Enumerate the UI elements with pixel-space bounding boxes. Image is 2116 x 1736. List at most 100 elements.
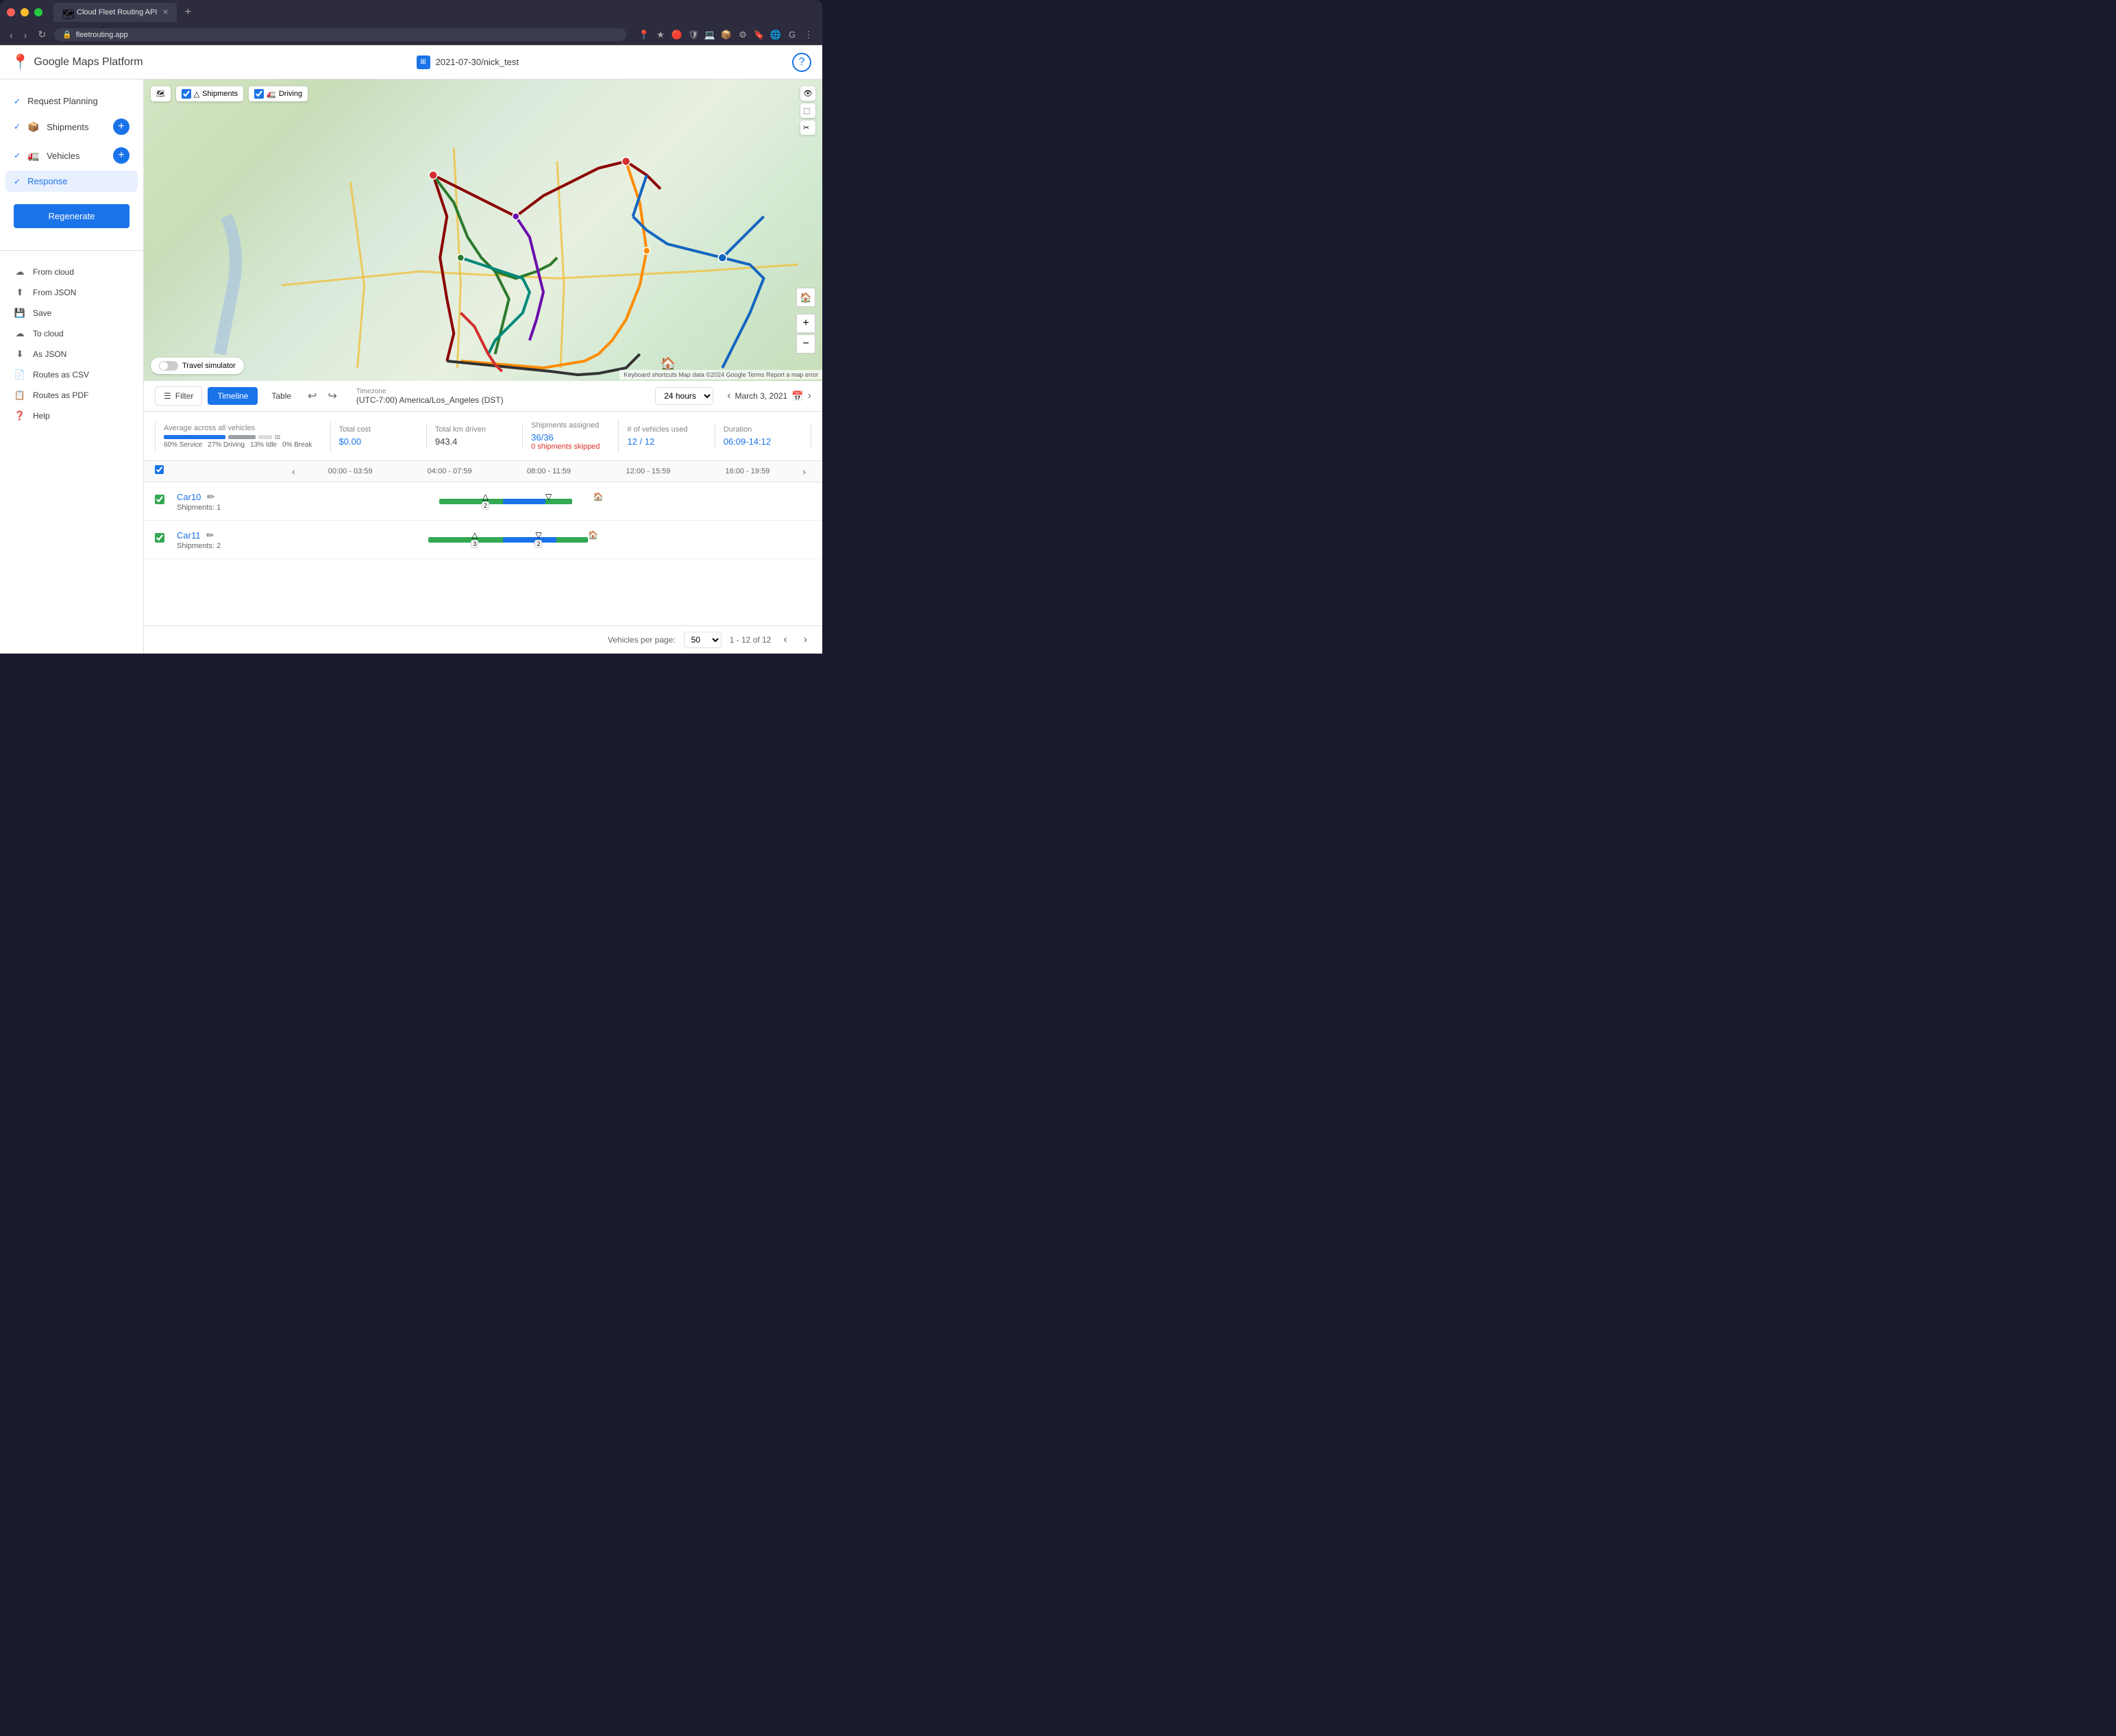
shipments-label: Shipments — [202, 90, 238, 98]
add-shipments-button[interactable]: + — [113, 119, 130, 135]
car11-name[interactable]: Car11 — [177, 530, 200, 541]
tab-favicon: 🗺 — [62, 8, 71, 17]
selection-tool-button[interactable]: ⬚ — [800, 103, 815, 118]
time-slot-1: 04:00 - 07:59 — [400, 467, 500, 475]
traffic-light-yellow[interactable] — [21, 8, 29, 16]
traffic-light-red[interactable] — [7, 8, 15, 16]
car10-home-marker[interactable]: 🏠 — [593, 492, 604, 501]
tab-close-button[interactable]: ✕ — [162, 9, 168, 16]
travel-sim-label: Travel simulator — [182, 362, 236, 370]
new-tab-button[interactable]: + — [185, 6, 191, 18]
shipments-assigned-value: 36/36 — [531, 432, 610, 443]
car10-checkbox[interactable] — [155, 495, 164, 504]
car10-name[interactable]: Car10 — [177, 492, 201, 502]
menu-icon[interactable]: ⋮ — [802, 29, 815, 40]
driving-filter-button[interactable]: 🚛 Driving — [249, 86, 308, 101]
help-button[interactable]: ? — [792, 53, 811, 72]
help-label: Help — [33, 411, 50, 421]
routes-pdf-action[interactable]: 📋 Routes as PDF — [5, 385, 138, 406]
app-title: Google Maps Platform — [34, 56, 143, 69]
date-next-button[interactable]: › — [808, 390, 811, 402]
tab-title: Cloud Fleet Routing API — [77, 8, 157, 16]
car11-delivery-marker[interactable]: ▽ 2 — [534, 530, 542, 548]
calendar-icon[interactable]: 📅 — [791, 390, 803, 402]
sidebar-item-vehicles[interactable]: ✓ 🚛 Vehicles + — [5, 142, 138, 169]
to-cloud-action[interactable]: ☁ To cloud — [5, 323, 138, 344]
browser-tab[interactable]: 🗺 Cloud Fleet Routing API ✕ — [53, 3, 177, 22]
filter-button[interactable]: ☰ Filter — [155, 386, 202, 406]
shipments-filter-label: △ — [194, 90, 199, 99]
select-all-checkbox[interactable] — [155, 465, 164, 474]
timeline-prev-button[interactable]: ‹ — [286, 466, 301, 477]
routes-pdf-label: Routes as PDF — [33, 390, 88, 400]
sidebar-item-request-planning[interactable]: ✓ Request Planning — [5, 90, 138, 112]
travel-sim-toggle[interactable]: Travel simulator — [151, 358, 244, 374]
routes-csv-label: Routes as CSV — [33, 370, 89, 380]
vehicle-row-car11: Car11 ✏ Shipments: 2 △ 3 — [144, 521, 822, 559]
travel-sim-switch[interactable] — [159, 361, 178, 371]
zoom-out-button[interactable]: − — [796, 334, 815, 354]
from-json-action[interactable]: ⬆ From JSON — [5, 282, 138, 303]
routes-pdf-icon: 📋 — [14, 390, 26, 401]
vehicles-used-label: # of vehicles used — [627, 425, 706, 434]
add-vehicles-button[interactable]: + — [113, 147, 130, 164]
google-account-icon[interactable]: G — [785, 29, 799, 40]
url-box[interactable]: 🔒 fleetrouting.app — [54, 28, 626, 41]
as-json-action[interactable]: ⬇ As JSON — [5, 344, 138, 364]
save-action[interactable]: 💾 Save — [5, 303, 138, 323]
routes-csv-icon: 📄 — [14, 369, 26, 380]
bookmark-icon[interactable]: ★ — [654, 29, 667, 40]
help-action[interactable]: ❓ Help — [5, 406, 138, 426]
table-button[interactable]: Table — [263, 387, 299, 405]
regenerate-button[interactable]: Regenerate — [14, 204, 130, 228]
date-prev-button[interactable]: ‹ — [727, 390, 730, 402]
car11-edit-button[interactable]: ✏ — [206, 530, 214, 541]
timeline-button[interactable]: Timeline — [208, 387, 258, 405]
timeline-next-button[interactable]: › — [797, 466, 811, 477]
sidebar-nav: ✓ Request Planning ✓ 📦 Shipments + ✓ 🚛 V… — [0, 90, 143, 193]
check-icon-shipments: ✓ — [14, 122, 21, 132]
duration-stat: Duration 06:09-14:12 — [715, 423, 811, 449]
project-name: 2021-07-30/nick_test — [436, 57, 519, 67]
url-text: fleetrouting.app — [76, 31, 128, 39]
car10-info: Car10 ✏ Shipments: 1 — [177, 491, 280, 512]
car11-pickup-icon: △ — [471, 530, 478, 540]
forward-button[interactable]: › — [21, 28, 30, 42]
car11-home-marker[interactable]: 🏠 — [588, 530, 598, 540]
car10-edit-button[interactable]: ✏ — [207, 491, 215, 502]
car10-pickup-marker[interactable]: △ 2 — [482, 492, 489, 510]
car10-delivery-marker[interactable]: ▽ — [545, 492, 552, 501]
total-km-label: Total km driven — [435, 425, 514, 434]
traffic-light-green[interactable] — [34, 8, 42, 16]
map-home-button[interactable]: 🏠 — [796, 288, 815, 307]
time-slot-0: 00:00 - 03:59 — [301, 467, 400, 475]
from-json-label: From JSON — [33, 288, 76, 297]
eye-toggle-button[interactable]: 👁 — [800, 86, 815, 101]
car11-pickup-marker[interactable]: △ 3 — [471, 530, 478, 548]
as-json-icon: ⬇ — [14, 349, 26, 360]
shipments-filter-button[interactable]: △ Shipments — [176, 86, 243, 101]
satellite-toggle-button[interactable]: 🗺 — [151, 86, 171, 101]
date-navigation: ‹ March 3, 2021 📅 › — [727, 390, 811, 402]
date-display: March 3, 2021 — [735, 391, 788, 401]
driving-segment — [228, 435, 256, 439]
lasso-tool-button[interactable]: ✂ — [800, 121, 815, 135]
undo-button[interactable]: ↩ — [305, 386, 319, 406]
car11-timeline-bar-blue — [503, 537, 556, 543]
hours-select[interactable]: 24 hours 12 hours 6 hours — [655, 387, 713, 405]
redo-button[interactable]: ↪ — [325, 386, 339, 406]
timezone-label: Timezone — [356, 388, 504, 395]
pagination-prev-button[interactable]: ‹ — [779, 632, 791, 647]
car11-checkbox[interactable] — [155, 533, 164, 543]
pagination-next-button[interactable]: › — [800, 632, 811, 647]
routes-csv-action[interactable]: 📄 Routes as CSV — [5, 364, 138, 385]
from-cloud-action[interactable]: ☁ From cloud — [5, 262, 138, 282]
shipments-checkbox[interactable] — [182, 89, 191, 99]
driving-checkbox[interactable] — [254, 89, 264, 99]
reload-button[interactable]: ↻ — [35, 27, 49, 42]
sidebar-item-shipments[interactable]: ✓ 📦 Shipments + — [5, 113, 138, 140]
zoom-in-button[interactable]: + — [796, 314, 815, 333]
per-page-select[interactable]: 10 25 50 100 — [684, 632, 722, 648]
sidebar-item-response[interactable]: ✓ Response — [5, 171, 138, 192]
back-button[interactable]: ‹ — [7, 28, 16, 42]
